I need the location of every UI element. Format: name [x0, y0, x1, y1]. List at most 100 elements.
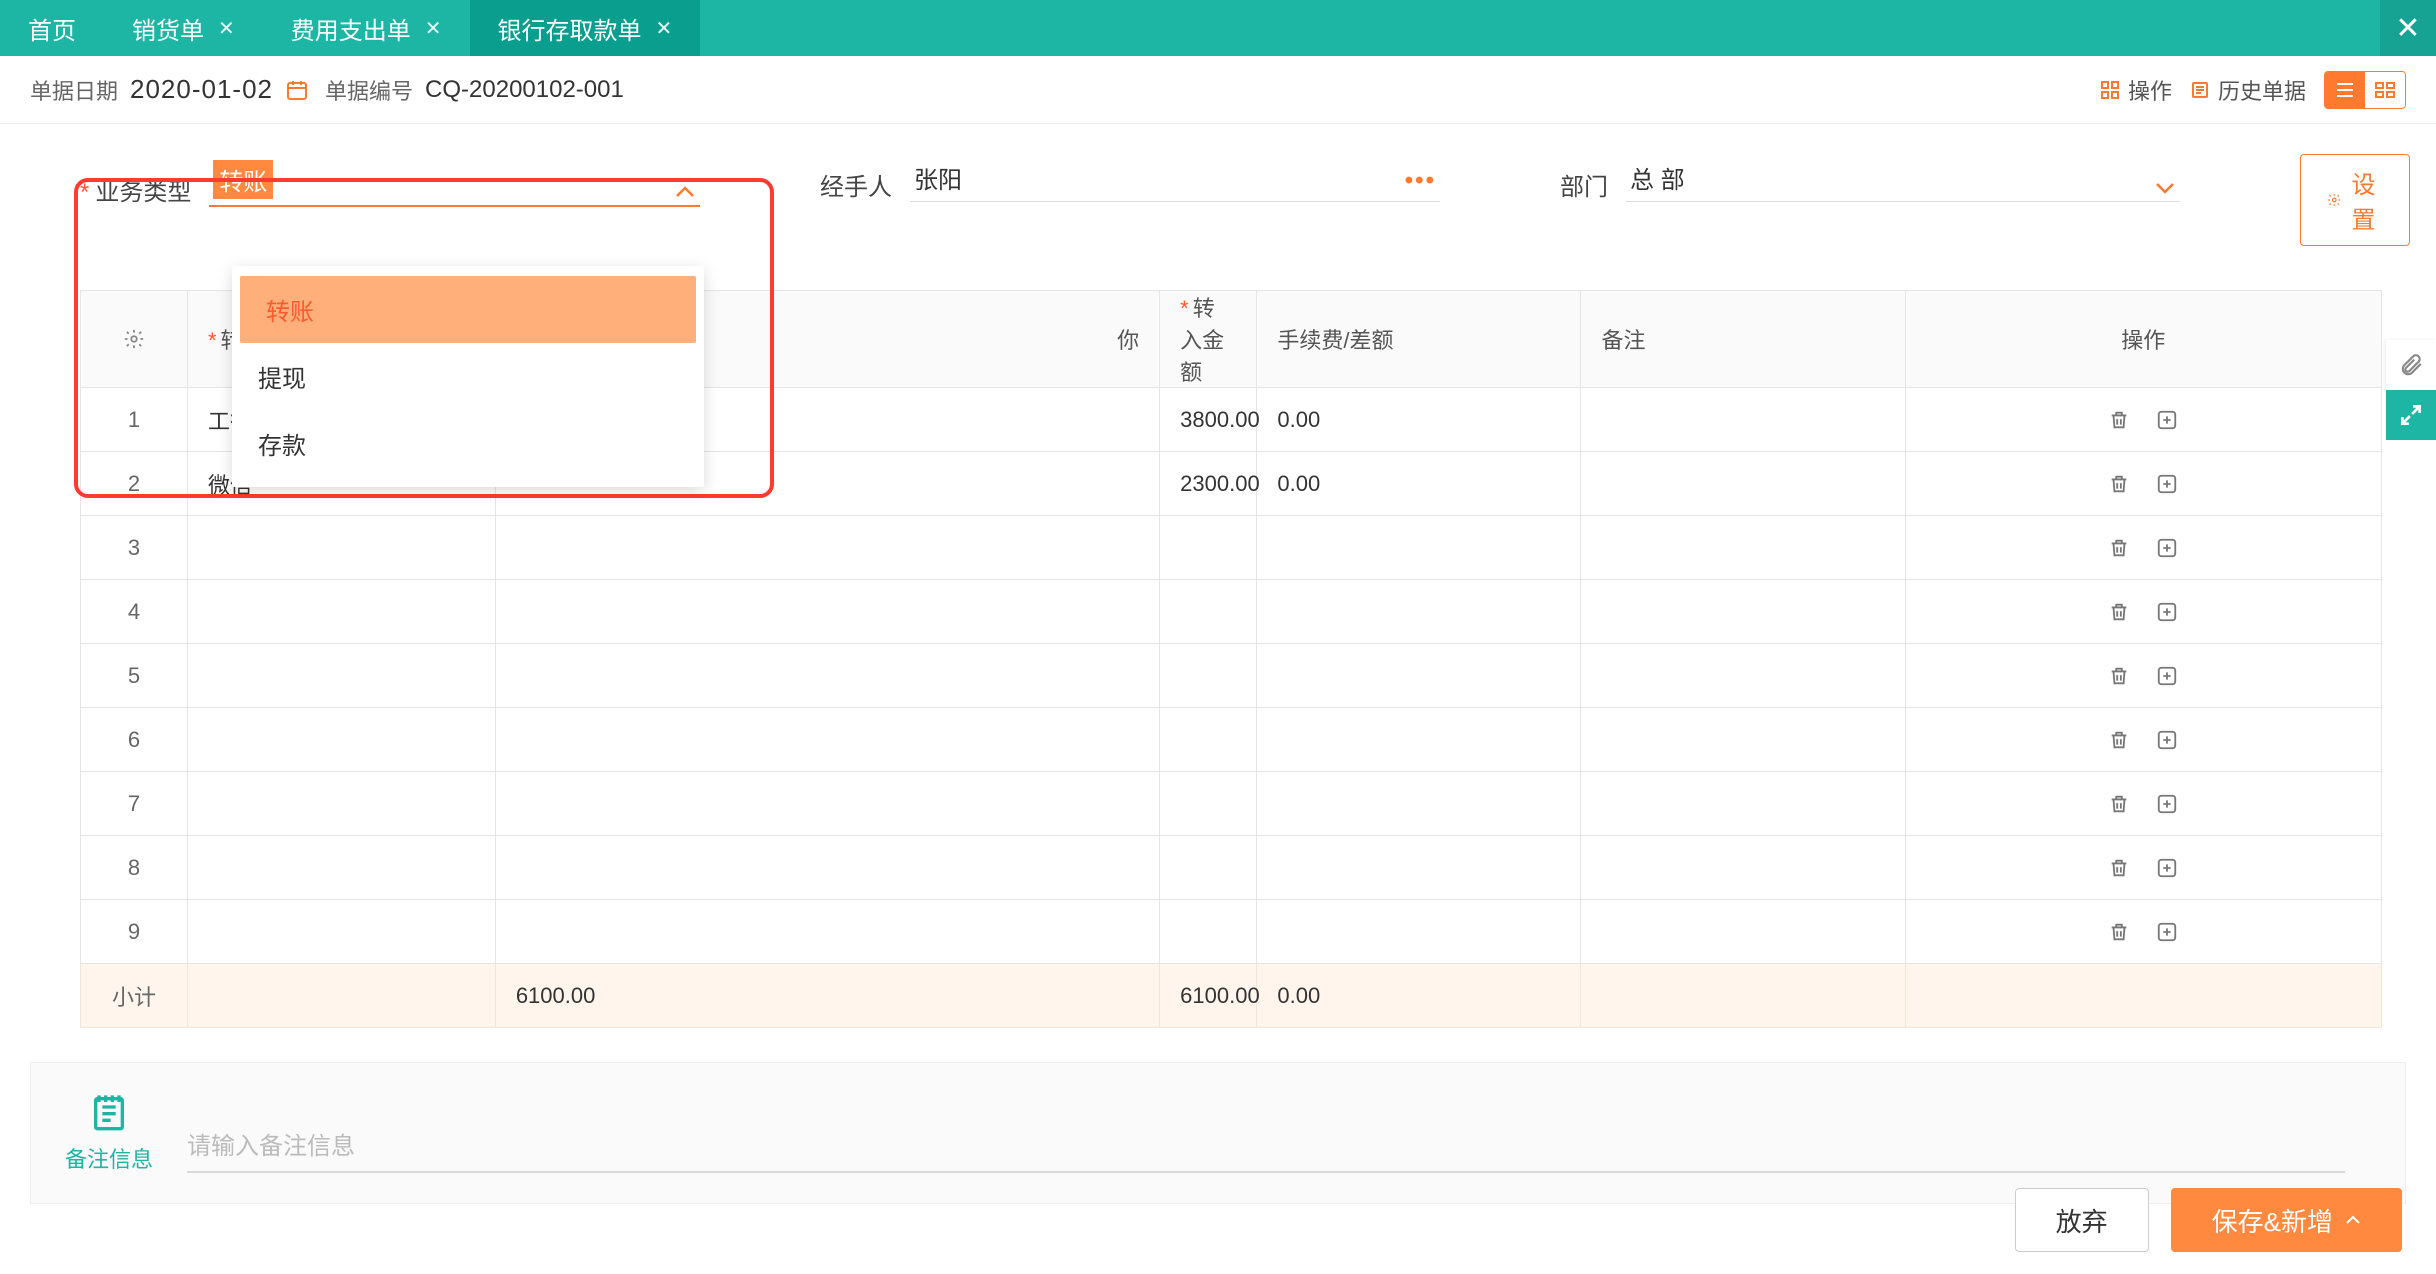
table-row[interactable]: 5 — [81, 644, 2382, 708]
calendar-icon[interactable] — [285, 78, 309, 102]
tab-expense-order[interactable]: 费用支出单✕ — [263, 0, 470, 56]
tab-sales-order[interactable]: 销货单✕ — [104, 0, 263, 56]
cell-out-amount[interactable] — [495, 644, 1159, 708]
cell-out-account[interactable] — [187, 708, 495, 772]
cell-in-amount[interactable] — [1160, 580, 1257, 644]
cell-remark[interactable] — [1581, 644, 1905, 708]
view-list-button[interactable] — [2325, 72, 2365, 108]
tab-home[interactable]: 首页 — [0, 0, 104, 56]
cell-remark[interactable] — [1581, 772, 1905, 836]
close-icon[interactable]: ✕ — [218, 16, 235, 41]
cell-remark[interactable] — [1581, 836, 1905, 900]
cell-remark[interactable] — [1581, 900, 1905, 964]
cell-out-amount[interactable] — [495, 708, 1159, 772]
cell-out-account[interactable] — [187, 772, 495, 836]
actions-link[interactable]: 操作 — [2100, 74, 2172, 106]
attachment-button[interactable] — [2386, 340, 2436, 390]
table-row[interactable]: 9 — [81, 900, 2382, 964]
settings-button[interactable]: 设置 — [2300, 154, 2410, 246]
cell-fee[interactable] — [1257, 580, 1581, 644]
table-row[interactable]: 3 — [81, 516, 2382, 580]
add-row-button[interactable] — [2156, 921, 2178, 943]
cell-fee[interactable]: 0.00 — [1257, 452, 1581, 516]
delete-row-button[interactable] — [2108, 729, 2130, 751]
dept-field: 部门 总 部 — [1560, 154, 2180, 202]
delete-row-button[interactable] — [2108, 665, 2130, 687]
cell-remark[interactable] — [1581, 516, 1905, 580]
add-row-button[interactable] — [2156, 793, 2178, 815]
add-row-button[interactable] — [2156, 537, 2178, 559]
cell-out-amount[interactable] — [495, 580, 1159, 644]
cell-out-account[interactable] — [187, 644, 495, 708]
doc-date[interactable]: 2020-01-02 — [130, 74, 273, 105]
delete-row-button[interactable] — [2108, 473, 2130, 495]
cell-in-amount[interactable] — [1160, 644, 1257, 708]
cell-in-amount[interactable] — [1160, 708, 1257, 772]
col-fee: 手续费/差额 — [1257, 291, 1581, 388]
delete-row-button[interactable] — [2108, 537, 2130, 559]
dropdown-option-withdraw[interactable]: 提现 — [232, 343, 704, 410]
cell-out-amount[interactable] — [495, 516, 1159, 580]
cell-remark[interactable] — [1581, 388, 1905, 452]
cell-fee[interactable] — [1257, 708, 1581, 772]
cell-out-amount[interactable] — [495, 772, 1159, 836]
delete-row-button[interactable] — [2108, 921, 2130, 943]
cell-fee[interactable] — [1257, 516, 1581, 580]
table-row[interactable]: 4 — [81, 580, 2382, 644]
cell-fee[interactable] — [1257, 900, 1581, 964]
dept-select[interactable]: 总 部 — [1626, 154, 2180, 202]
save-add-button[interactable]: 保存&新增 — [2171, 1188, 2402, 1252]
more-icon[interactable]: ••• — [1405, 167, 1436, 195]
close-icon[interactable]: ✕ — [425, 16, 442, 41]
cell-in-amount[interactable] — [1160, 836, 1257, 900]
table-row[interactable]: 6 — [81, 708, 2382, 772]
history-link[interactable]: 历史单据 — [2190, 74, 2306, 106]
cell-out-amount[interactable] — [495, 836, 1159, 900]
cell-remark[interactable] — [1581, 452, 1905, 516]
cell-out-account[interactable] — [187, 580, 495, 644]
cell-in-amount[interactable] — [1160, 772, 1257, 836]
cell-out-account[interactable] — [187, 836, 495, 900]
cell-in-amount[interactable] — [1160, 900, 1257, 964]
handler-input[interactable]: 张阳 ••• — [910, 154, 1440, 202]
delete-row-button[interactable] — [2108, 857, 2130, 879]
add-row-button[interactable] — [2156, 409, 2178, 431]
cell-out-account[interactable] — [187, 516, 495, 580]
tab-bank-transfer[interactable]: 银行存取款单✕ — [470, 0, 701, 56]
cell-remark[interactable] — [1581, 580, 1905, 644]
cell-in-amount[interactable]: 2300.00 — [1160, 452, 1257, 516]
cell-out-amount[interactable] — [495, 900, 1159, 964]
discard-button[interactable]: 放弃 — [2015, 1188, 2149, 1252]
biz-type-select[interactable]: 转账 — [209, 154, 700, 207]
close-icon[interactable]: ✕ — [656, 16, 673, 41]
table-row[interactable]: 8 — [81, 836, 2382, 900]
cell-fee[interactable] — [1257, 836, 1581, 900]
dropdown-option-transfer[interactable]: 转账 — [240, 276, 696, 343]
view-grid-button[interactable] — [2365, 72, 2405, 108]
add-row-button[interactable] — [2156, 601, 2178, 623]
add-row-button[interactable] — [2156, 857, 2178, 879]
app-close-button[interactable]: ✕ — [2380, 0, 2436, 56]
dropdown-option-deposit[interactable]: 存款 — [232, 410, 704, 477]
cell-fee[interactable]: 0.00 — [1257, 388, 1581, 452]
remark-tab[interactable]: 备注信息 — [31, 1063, 187, 1203]
delete-row-button[interactable] — [2108, 409, 2130, 431]
add-row-button[interactable] — [2156, 665, 2178, 687]
dept-label: 部门 — [1560, 167, 1608, 202]
tab-bar: 首页 销货单✕ 费用支出单✕ 银行存取款单✕ ✕ — [0, 0, 2436, 56]
remark-input[interactable]: 请输入备注信息 — [187, 1113, 2345, 1173]
table-row[interactable]: 7 — [81, 772, 2382, 836]
expand-button[interactable] — [2386, 390, 2436, 440]
cell-fee[interactable] — [1257, 772, 1581, 836]
cell-out-account[interactable] — [187, 900, 495, 964]
add-row-button[interactable] — [2156, 473, 2178, 495]
cell-remark[interactable] — [1581, 708, 1905, 772]
delete-row-button[interactable] — [2108, 601, 2130, 623]
cell-fee[interactable] — [1257, 644, 1581, 708]
document-header: 单据日期 2020-01-02 单据编号 CQ-20200102-001 操作 … — [0, 56, 2436, 124]
add-row-button[interactable] — [2156, 729, 2178, 751]
table-settings-header[interactable] — [81, 291, 188, 388]
delete-row-button[interactable] — [2108, 793, 2130, 815]
cell-in-amount[interactable]: 3800.00 — [1160, 388, 1257, 452]
cell-in-amount[interactable] — [1160, 516, 1257, 580]
